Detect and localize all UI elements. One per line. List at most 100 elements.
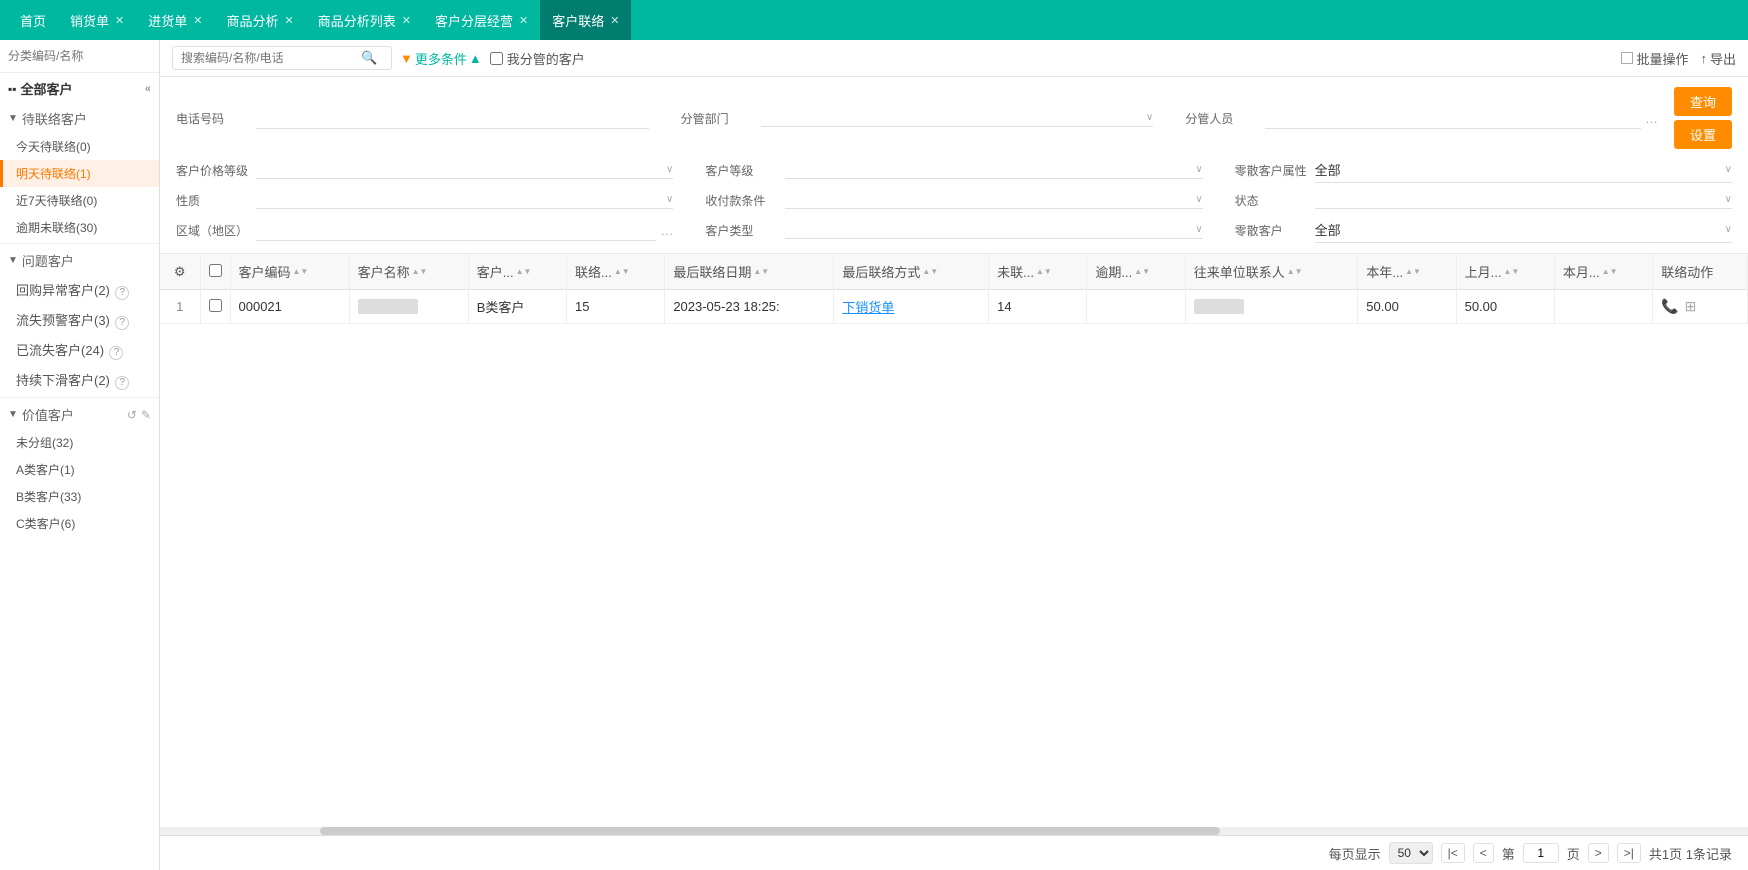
customer-type-select[interactable]: ∨ [785, 221, 1202, 239]
sort-not-contacted[interactable]: 未联... ▲▼ [997, 262, 1078, 281]
sort-this-year[interactable]: 本年... ▲▼ [1366, 262, 1447, 281]
search-submit-icon[interactable]: 🔍 [361, 50, 377, 66]
export-icon: ↑ [1700, 51, 1707, 66]
sort-unit-contact[interactable]: 往来单位联系人 ▲▼ [1194, 262, 1350, 281]
nature-label: 性质 [176, 192, 256, 209]
grid-action-icon[interactable]: ⊞ [1685, 298, 1697, 315]
export-btn[interactable]: ↑ 导出 [1700, 49, 1736, 68]
payment-label: 收付款条件 [705, 192, 785, 209]
header-checkbox[interactable] [209, 264, 222, 277]
sort-contact[interactable]: 联络... ▲▼ [575, 262, 656, 281]
nav-purchase-order[interactable]: 进货单 ✕ [136, 0, 214, 40]
status-select[interactable]: ∨ [1315, 191, 1732, 209]
region-input[interactable] [256, 220, 656, 241]
last-page-btn[interactable]: >| [1617, 843, 1641, 863]
customer-type-caret-icon: ∨ [1195, 224, 1202, 235]
sidebar-item-overdue[interactable]: 逾期未联络(30) [0, 214, 159, 241]
sidebar-item-class-c[interactable]: C类客户(6) [0, 510, 159, 537]
page-size-select[interactable]: 50 [1389, 842, 1433, 864]
info-icon-declining[interactable]: ? [115, 376, 129, 390]
sort-name[interactable]: 客户名称 ▲▼ [358, 262, 460, 281]
sidebar-item-class-a[interactable]: A类客户(1) [0, 456, 159, 483]
retail-customer-select[interactable]: 全部 ∨ [1315, 217, 1732, 243]
sort-this-month[interactable]: 本月... ▲▼ [1563, 262, 1644, 281]
info-icon-churned[interactable]: ? [109, 346, 123, 360]
th-settings[interactable]: ⚙ [160, 254, 200, 290]
sidebar-item-abnormal[interactable]: 回购异常客户(2) ? [0, 275, 159, 305]
dept-select[interactable]: ∨ [761, 109, 1154, 127]
sidebar-item-declining[interactable]: 持续下滑客户(2) ? [0, 365, 159, 395]
sidebar-search-input[interactable] [8, 49, 160, 63]
my-customers-filter[interactable]: 我分管的客户 [490, 49, 585, 68]
price-level-select[interactable]: ∨ [256, 161, 673, 179]
sidebar-item-today[interactable]: 今天待联络(0) [0, 133, 159, 160]
phone-action-icon[interactable]: 📞 [1661, 298, 1678, 315]
settings-button[interactable]: 设置 [1674, 120, 1732, 149]
sort-type[interactable]: 客户... ▲▼ [477, 262, 558, 281]
td-checkbox[interactable] [200, 290, 230, 324]
section-value-customers[interactable]: ▼ 价值客户 ↺ ✎ [0, 400, 159, 429]
nav-customer-tier[interactable]: 客户分层经营 ✕ [423, 0, 540, 40]
prev-page-btn[interactable]: < [1473, 843, 1494, 863]
sort-overdue[interactable]: 逾期... ▲▼ [1095, 262, 1176, 281]
retail-attr-select[interactable]: 全部 ∨ [1315, 157, 1732, 183]
close-customer-contact[interactable]: ✕ [610, 14, 619, 27]
info-icon-abnormal[interactable]: ? [115, 286, 129, 300]
sort-code[interactable]: 客户编码 ▲▼ [239, 262, 341, 281]
sidebar-item-warning[interactable]: 流失预警客户(3) ? [0, 305, 159, 335]
person-input[interactable] [1265, 108, 1641, 129]
query-button[interactable]: 查询 [1674, 87, 1732, 116]
customer-level-select[interactable]: ∨ [785, 161, 1202, 179]
close-purchase-order[interactable]: ✕ [193, 14, 202, 27]
close-sales-order[interactable]: ✕ [115, 14, 124, 27]
sidebar-item-ungrouped[interactable]: 未分组(32) [0, 429, 159, 456]
sidebar-search-bar: 🔍 [0, 40, 159, 73]
phone-input[interactable] [256, 108, 649, 129]
td-name: Ea [349, 290, 468, 324]
sidebar-item-class-b[interactable]: B类客户(33) [0, 483, 159, 510]
row-checkbox[interactable] [209, 299, 222, 312]
payment-select[interactable]: ∨ [785, 191, 1202, 209]
nav-customer-contact[interactable]: 客户联络 ✕ [540, 0, 631, 40]
info-icon-warning[interactable]: ? [115, 316, 129, 330]
sort-last-contact-date[interactable]: 最后联络日期 ▲▼ [673, 262, 825, 281]
scrollbar-thumb[interactable] [320, 827, 1220, 835]
nature-select[interactable]: ∨ [256, 191, 673, 209]
td-code: 000021 [230, 290, 349, 324]
nav-home[interactable]: 首页 [8, 0, 58, 40]
all-customers-item[interactable]: ▪▪ 全部客户 « [0, 73, 159, 104]
sort-last-month[interactable]: 上月... ▲▼ [1465, 262, 1546, 281]
nav-product-analysis[interactable]: 商品分析 ✕ [214, 0, 305, 40]
last-contact-method-link[interactable]: 下销货单 [842, 300, 894, 315]
collapse-icon[interactable]: « [145, 83, 151, 95]
sort-last-contact-method[interactable]: 最后联络方式 ▲▼ [842, 262, 980, 281]
refresh-icon[interactable]: ↺ [127, 408, 137, 422]
section-pending-contact[interactable]: ▼ 待联络客户 [0, 104, 159, 133]
divider-2 [0, 397, 159, 398]
sidebar-item-7days[interactable]: 近7天待联络(0) [0, 187, 159, 214]
close-product-analysis[interactable]: ✕ [285, 14, 294, 27]
close-customer-tier[interactable]: ✕ [519, 14, 528, 27]
horizontal-scrollbar[interactable] [160, 827, 1748, 835]
edit-icon[interactable]: ✎ [141, 408, 151, 422]
page-num-input[interactable] [1523, 843, 1559, 863]
td-not-contacted: 14 [989, 290, 1087, 324]
more-conditions-btn[interactable]: ▼ 更多条件 ▲ [400, 49, 482, 68]
th-not-contacted: 未联... ▲▼ [989, 254, 1087, 290]
first-page-btn[interactable]: |< [1441, 843, 1465, 863]
batch-ops-btn[interactable]: 批量操作 [1621, 49, 1688, 68]
region-more-icon[interactable]: … [660, 223, 673, 238]
nav-sales-order[interactable]: 销货单 ✕ [58, 0, 136, 40]
person-more-icon[interactable]: … [1645, 111, 1658, 126]
close-product-analysis-list[interactable]: ✕ [402, 14, 411, 27]
filter-actions: 查询 设置 [1674, 87, 1732, 149]
sidebar-item-churned[interactable]: 已流失客户(24) ? [0, 335, 159, 365]
nav-product-analysis-list[interactable]: 商品分析列表 ✕ [306, 0, 423, 40]
section-problem-customers[interactable]: ▼ 问题客户 [0, 246, 159, 275]
search-input[interactable] [181, 51, 361, 65]
th-checkbox[interactable] [200, 254, 230, 290]
next-page-btn[interactable]: > [1588, 843, 1609, 863]
sidebar-item-tomorrow[interactable]: 明天待联络(1) [0, 160, 159, 187]
my-customers-checkbox[interactable] [490, 52, 503, 65]
td-type: B类客户 [468, 290, 566, 324]
